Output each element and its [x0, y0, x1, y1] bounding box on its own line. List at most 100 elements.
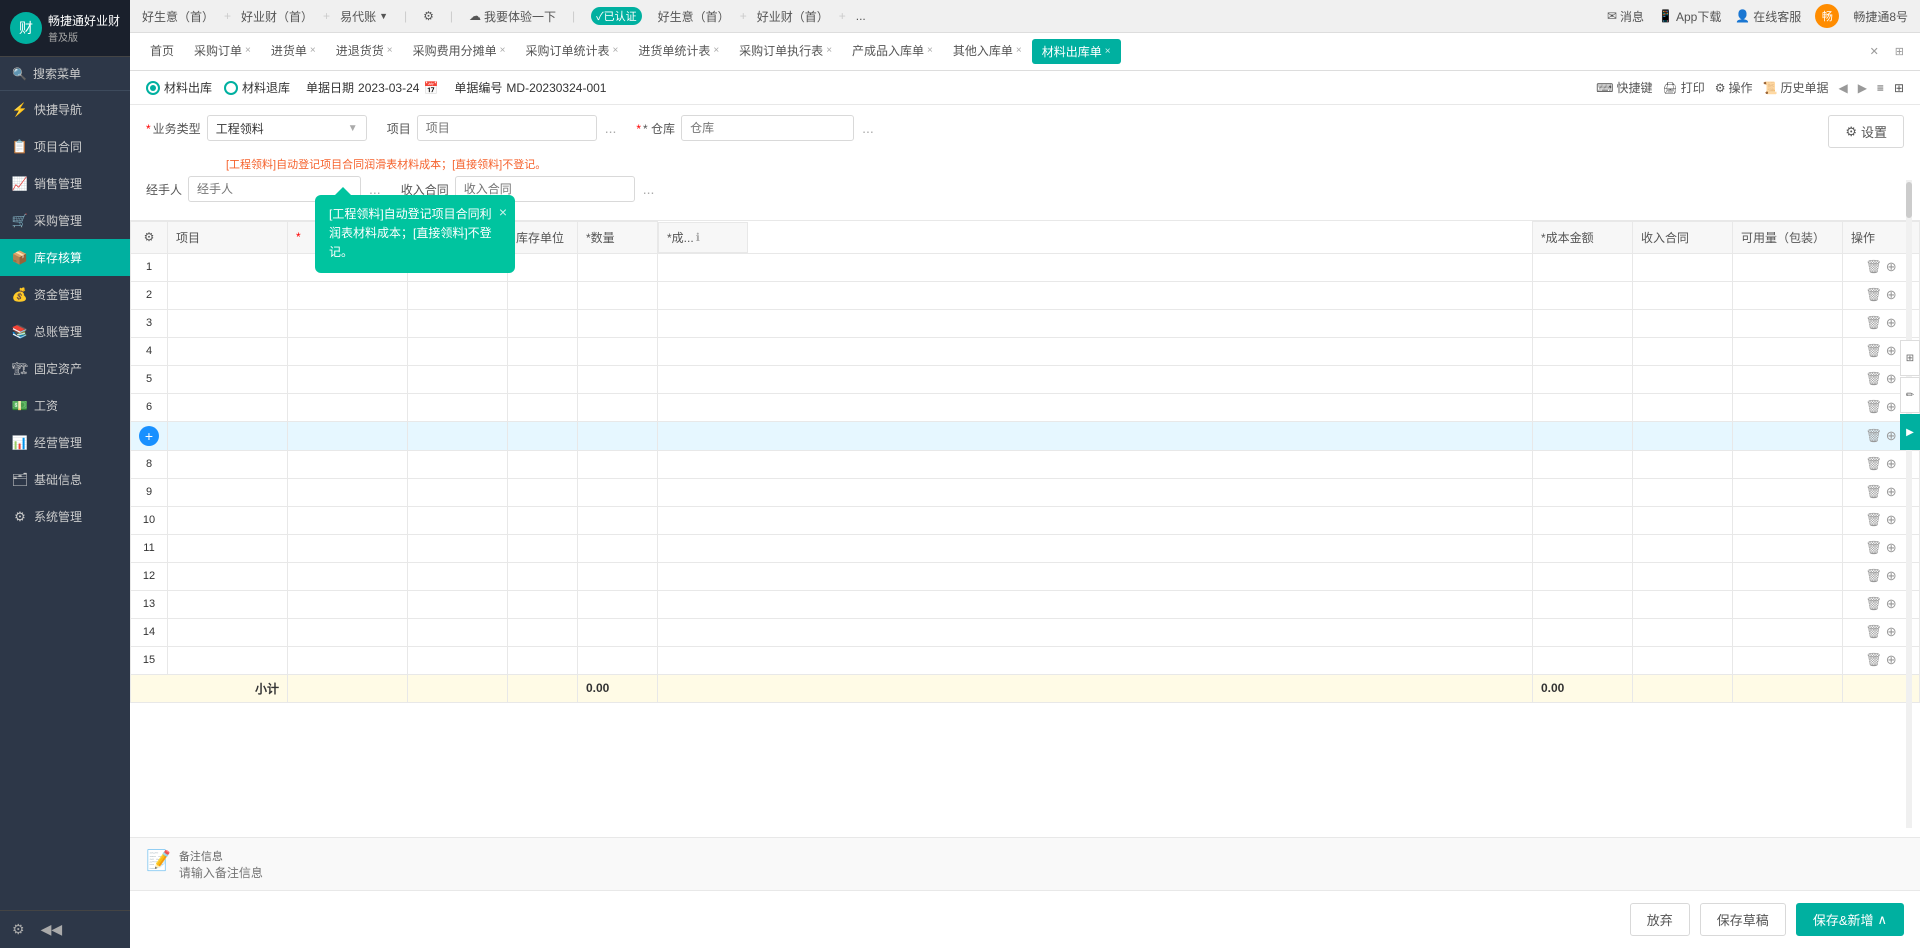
row-7-income[interactable]: [1633, 421, 1733, 450]
note-input[interactable]: [179, 866, 334, 880]
tab-close-product-in[interactable]: ×: [927, 45, 933, 56]
warehouse-input[interactable]: [681, 115, 854, 141]
row-3-income[interactable]: [1633, 309, 1733, 337]
row-2-unit[interactable]: [508, 281, 578, 309]
operate-btn[interactable]: ⚙ 操作: [1715, 79, 1753, 96]
row-6-income[interactable]: [1633, 393, 1733, 421]
row-3-available[interactable]: [1733, 309, 1843, 337]
tab-close-purchase-fee[interactable]: ×: [500, 45, 506, 56]
tab-material-out[interactable]: 材料出库单 ×: [1032, 39, 1121, 64]
shortcut-btn[interactable]: ⌨ 快捷键: [1596, 79, 1652, 96]
row-7-project-input[interactable]: [168, 421, 288, 450]
sidebar-item-finance[interactable]: 💰 资金管理: [0, 276, 130, 313]
history-btn[interactable]: 📜 历史单据: [1762, 79, 1828, 96]
tab-close-purchase-stat[interactable]: ×: [612, 45, 618, 56]
copy-row-11-btn[interactable]: ⊕: [1886, 540, 1897, 556]
delete-row-10-btn[interactable]: 🗑: [1865, 512, 1882, 528]
row-5-unit[interactable]: [508, 365, 578, 393]
row-4-material[interactable]: [288, 337, 408, 365]
tab-close-purchase-return[interactable]: ×: [387, 45, 393, 56]
user-avatar[interactable]: 畅: [1815, 4, 1839, 28]
settings-bottom-icon[interactable]: ⚙: [12, 921, 25, 938]
nav-good-biz-finance[interactable]: 好业财（首）: [241, 8, 313, 25]
row-6-qty[interactable]: [578, 393, 658, 421]
row-4-spec[interactable]: [408, 337, 508, 365]
row-4-cost[interactable]: [658, 337, 1533, 365]
row-6-spec[interactable]: [408, 393, 508, 421]
copy-row-5-btn[interactable]: ⊕: [1886, 371, 1897, 387]
row-4-unit[interactable]: [508, 337, 578, 365]
nav-more[interactable]: ...: [856, 9, 866, 23]
copy-row-8-btn[interactable]: ⊕: [1886, 456, 1897, 472]
row-5-income[interactable]: [1633, 365, 1733, 393]
tab-close-purchase-exec[interactable]: ×: [826, 45, 832, 56]
copy-row-13-btn[interactable]: ⊕: [1886, 596, 1897, 612]
tab-close-material-out[interactable]: ×: [1105, 46, 1111, 57]
copy-row-12-btn[interactable]: ⊕: [1886, 568, 1897, 584]
row-7-cost[interactable]: [658, 421, 1533, 450]
sidebar-item-system[interactable]: ⚙ 系统管理: [0, 498, 130, 535]
delete-row-7-btn[interactable]: 🗑: [1865, 428, 1882, 444]
project-dots[interactable]: ...: [605, 120, 617, 136]
row-3-unit[interactable]: [508, 309, 578, 337]
sidebar-search[interactable]: 🔍 搜索菜单: [0, 57, 130, 91]
nav-good-biz-finance2[interactable]: 好业财（首）: [757, 8, 829, 25]
tab-purchase-order[interactable]: 采购订单 ×: [184, 34, 261, 69]
copy-row-2-btn[interactable]: ⊕: [1886, 287, 1897, 303]
row-3-spec[interactable]: [408, 309, 508, 337]
msg-btn[interactable]: ✉ 消息: [1607, 8, 1644, 25]
row-6-cost[interactable]: [658, 393, 1533, 421]
delete-row-9-btn[interactable]: 🗑: [1865, 484, 1882, 500]
row-6-project[interactable]: [168, 393, 288, 421]
tab-other-in[interactable]: 其他入库单 ×: [943, 34, 1032, 69]
tab-close-purchase-in[interactable]: ×: [310, 45, 316, 56]
sidebar-item-project[interactable]: 📋 项目合同: [0, 128, 130, 165]
right-tool-1[interactable]: ⊞: [1900, 340, 1920, 376]
row-7-qty[interactable]: [578, 421, 658, 450]
delete-row-4-btn[interactable]: 🗑: [1865, 343, 1882, 359]
app-download-btn[interactable]: 📱 App下载: [1658, 8, 1721, 25]
tab-close-purchase-in-stat[interactable]: ×: [713, 45, 719, 56]
row-2-project[interactable]: [168, 281, 288, 309]
row-6-available[interactable]: [1733, 393, 1843, 421]
copy-row-3-btn[interactable]: ⊕: [1886, 315, 1897, 331]
row-2-qty[interactable]: [578, 281, 658, 309]
username[interactable]: 畅捷通8号: [1853, 8, 1908, 25]
nav-prev-btn[interactable]: ◀: [1838, 81, 1847, 95]
row-5-cost-amount[interactable]: [1533, 365, 1633, 393]
grid-view-icon[interactable]: ⊞: [1894, 81, 1904, 95]
nav-good-biz2[interactable]: 好生意（首）: [658, 8, 730, 25]
try-experience[interactable]: ☁ 我要体验一下: [469, 8, 556, 25]
settings-btn[interactable]: ⚙ 设置: [1828, 115, 1904, 148]
row-3-qty[interactable]: [578, 309, 658, 337]
settings-icon[interactable]: ⚙: [423, 9, 434, 23]
row-2-available[interactable]: [1733, 281, 1843, 309]
list-view-icon[interactable]: ≡: [1877, 81, 1884, 95]
scrollbar-thumb[interactable]: [1906, 182, 1912, 218]
row-7-project-input-field[interactable]: [176, 429, 279, 443]
row-7-available[interactable]: [1733, 421, 1843, 450]
delete-row-15-btn[interactable]: 🗑: [1865, 652, 1882, 668]
row-6-unit[interactable]: [508, 393, 578, 421]
tab-purchase-exec[interactable]: 采购订单执行表 ×: [729, 34, 842, 69]
delete-row-2-btn[interactable]: 🗑: [1865, 287, 1882, 303]
row-4-available[interactable]: [1733, 337, 1843, 365]
row-7-cost-amount[interactable]: [1533, 421, 1633, 450]
tab-purchase-in[interactable]: 进货单 ×: [261, 34, 326, 69]
sidebar-item-quick[interactable]: ⚡ 快捷导航: [0, 91, 130, 128]
tab-product-in[interactable]: 产成品入库单 ×: [842, 34, 943, 69]
copy-row-6-btn[interactable]: ⊕: [1886, 399, 1897, 415]
tab-purchase-in-stat[interactable]: 进货单统计表 ×: [628, 34, 729, 69]
row-5-cost[interactable]: [658, 365, 1533, 393]
copy-row-1-btn[interactable]: ⊕: [1886, 259, 1897, 275]
row-4-project[interactable]: [168, 337, 288, 365]
delete-row-12-btn[interactable]: 🗑: [1865, 568, 1882, 584]
sidebar-item-purchase[interactable]: 🛒 采购管理: [0, 202, 130, 239]
sidebar-item-ledger[interactable]: 📚 总账管理: [0, 313, 130, 350]
row-5-qty[interactable]: [578, 365, 658, 393]
tab-close-all[interactable]: ✕: [1864, 43, 1885, 60]
save-draft-button[interactable]: 保存草稿: [1700, 903, 1786, 936]
row-2-income[interactable]: [1633, 281, 1733, 309]
tab-purchase-stat[interactable]: 采购订单统计表 ×: [515, 34, 628, 69]
right-tool-2[interactable]: ✏: [1900, 377, 1920, 413]
